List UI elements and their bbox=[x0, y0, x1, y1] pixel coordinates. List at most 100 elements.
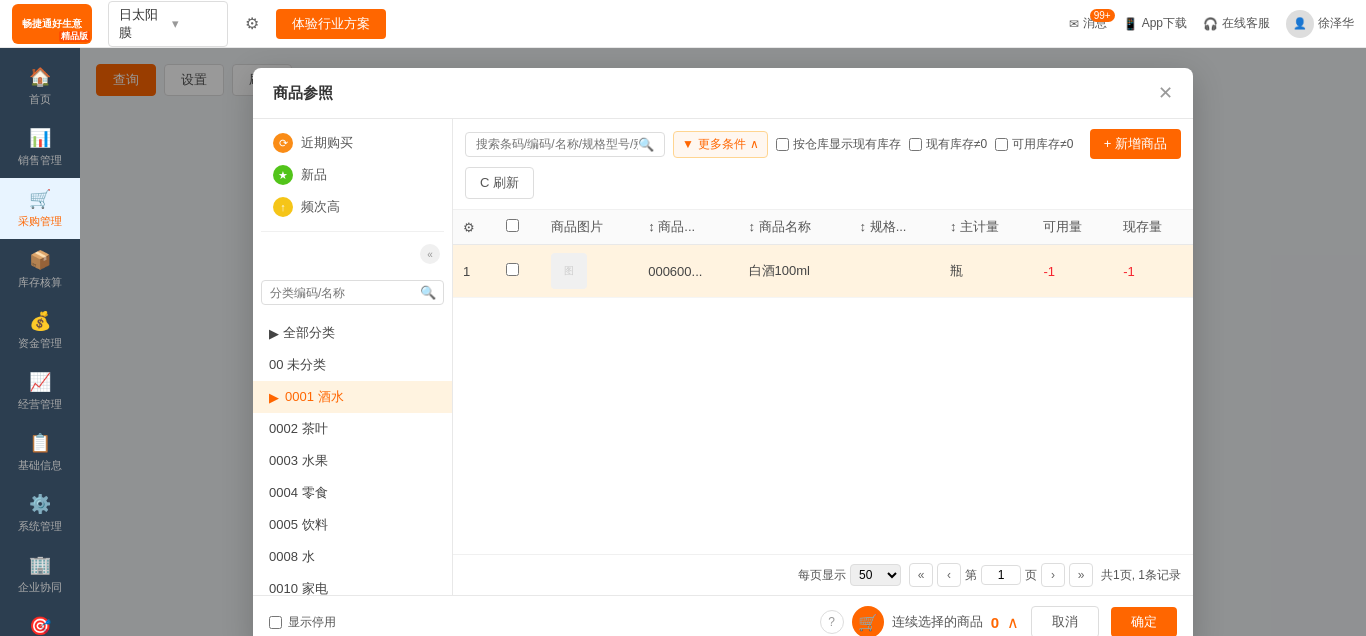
trial-button[interactable]: 体验行业方案 bbox=[276, 9, 386, 39]
more-filters-btn[interactable]: ▼ 更多条件 ∧ bbox=[673, 131, 768, 158]
sidebar-item-finance[interactable]: 💰 资金管理 bbox=[0, 300, 80, 361]
page-number-input[interactable] bbox=[981, 565, 1021, 585]
category-label-0010: 0010 家电 bbox=[269, 580, 328, 595]
help-icon[interactable]: ? bbox=[820, 610, 844, 634]
col-image: 商品图片 bbox=[541, 210, 638, 245]
first-page-btn[interactable]: « bbox=[909, 563, 933, 587]
cell-unit: 瓶 bbox=[940, 245, 1033, 298]
freq-label: 频次高 bbox=[301, 198, 340, 216]
sidebar-item-sales[interactable]: 📊 销售管理 bbox=[0, 117, 80, 178]
available-filter-label[interactable]: 现有库存≠0 bbox=[909, 136, 987, 153]
category-label-0003: 0003 水果 bbox=[269, 452, 328, 470]
branch-selector[interactable]: 日太阳膜 ▾ bbox=[108, 1, 228, 47]
filter-label: 更多条件 bbox=[698, 136, 746, 153]
category-label-0001: 0001 酒水 bbox=[285, 388, 344, 406]
operations-icon: 📈 bbox=[29, 371, 51, 393]
usable-filter-checkbox[interactable] bbox=[995, 138, 1008, 151]
category-item-0002[interactable]: 0002 茶叶 bbox=[253, 413, 452, 445]
sidebar-label-operations: 经营管理 bbox=[18, 397, 62, 412]
home-icon: 🏠 bbox=[29, 66, 51, 88]
product-search-input[interactable] bbox=[476, 137, 638, 151]
category-search-box: 🔍 bbox=[261, 280, 444, 305]
cart-icon-btn[interactable]: 🛒 bbox=[852, 606, 884, 636]
sales-icon: 📊 bbox=[29, 127, 51, 149]
prev-page-btn[interactable]: ‹ bbox=[937, 563, 961, 587]
search-icon[interactable]: 🔍 bbox=[638, 137, 654, 152]
category-label-0008: 0008 水 bbox=[269, 548, 315, 566]
cancel-button[interactable]: 取消 bbox=[1031, 606, 1099, 636]
add-product-btn[interactable]: + 新增商品 bbox=[1090, 129, 1181, 159]
basic-icon: 📋 bbox=[29, 432, 51, 454]
col-settings[interactable]: ⚙ bbox=[453, 210, 496, 245]
app-download-btn[interactable]: 📱 App下载 bbox=[1123, 15, 1187, 32]
sidebar-item-guide[interactable]: 🎯 新手引导 bbox=[0, 605, 80, 636]
col-spec[interactable]: ↕ 规格... bbox=[850, 210, 941, 245]
filter-icon: ▼ bbox=[682, 137, 694, 151]
sidebar-label-sales: 销售管理 bbox=[18, 153, 62, 168]
category-item-0005[interactable]: 0005 饮料 bbox=[253, 509, 452, 541]
cell-seq: 1 bbox=[453, 245, 496, 298]
quick-filter-new[interactable]: ★ 新品 bbox=[261, 159, 444, 191]
headset-icon: 🎧 bbox=[1203, 17, 1218, 31]
sidebar-item-home[interactable]: 🏠 首页 bbox=[0, 56, 80, 117]
warehouse-filter-label[interactable]: 按仓库显示现有库存 bbox=[776, 136, 901, 153]
page-size-select[interactable]: 50 10 20 100 bbox=[850, 564, 901, 586]
category-item-0003[interactable]: 0003 水果 bbox=[253, 445, 452, 477]
category-item-0001[interactable]: ▶ 0001 酒水 bbox=[253, 381, 452, 413]
category-search-input[interactable] bbox=[270, 286, 420, 300]
next-page-btn[interactable]: › bbox=[1041, 563, 1065, 587]
category-item-all[interactable]: ▶ 全部分类 bbox=[253, 317, 452, 349]
sidebar-item-purchase[interactable]: 🛒 采购管理 bbox=[0, 178, 80, 239]
logo-badge: 精品版 bbox=[59, 31, 90, 42]
settings-icon[interactable]: ⚙ bbox=[236, 8, 268, 40]
chevron-down-icon: ▾ bbox=[172, 16, 217, 31]
usable-filter-label[interactable]: 可用库存≠0 bbox=[995, 136, 1073, 153]
freq-icon: ↑ bbox=[273, 197, 293, 217]
col-name[interactable]: ↕ 商品名称 bbox=[739, 210, 850, 245]
online-service-btn[interactable]: 🎧 在线客服 bbox=[1203, 15, 1270, 32]
product-table-container: ⚙ 商品图片 ↕ 商品... ↕ 商品名称 ↕ 规格... ↕ 主计量 可用量 bbox=[453, 210, 1193, 554]
select-all-checkbox[interactable] bbox=[506, 219, 519, 232]
show-disabled-label[interactable]: 显示停用 bbox=[269, 614, 336, 631]
quick-filter-recent[interactable]: ⟳ 近期购买 bbox=[261, 127, 444, 159]
last-page-btn[interactable]: » bbox=[1069, 563, 1093, 587]
col-unit[interactable]: ↕ 主计量 bbox=[940, 210, 1033, 245]
sidebar-label-basic: 基础信息 bbox=[18, 458, 62, 473]
sidebar-item-basic[interactable]: 📋 基础信息 bbox=[0, 422, 80, 483]
collapse-panel-btn[interactable]: « bbox=[420, 244, 440, 264]
content-area: 查询 设置 刷新 商品参照 ✕ bbox=[80, 48, 1366, 636]
filter-arrow-up-icon: ∧ bbox=[750, 137, 759, 151]
available-filter-checkbox[interactable] bbox=[909, 138, 922, 151]
col-code[interactable]: ↕ 商品... bbox=[638, 210, 738, 245]
warehouse-filter-checkbox[interactable] bbox=[776, 138, 789, 151]
col-checkbox[interactable] bbox=[496, 210, 541, 245]
category-label-all: 全部分类 bbox=[283, 324, 335, 342]
new-icon: ★ bbox=[273, 165, 293, 185]
cart-area: ? 🛒 连续选择的商品 0 ∧ bbox=[820, 606, 1019, 636]
show-disabled-checkbox[interactable] bbox=[269, 616, 282, 629]
category-item-0008[interactable]: 0008 水 bbox=[253, 541, 452, 573]
cell-image: 图 bbox=[541, 245, 638, 298]
category-search-icon[interactable]: 🔍 bbox=[420, 285, 436, 300]
quick-filter-freq[interactable]: ↑ 频次高 bbox=[261, 191, 444, 223]
cell-checkbox[interactable] bbox=[496, 245, 541, 298]
product-table: ⚙ 商品图片 ↕ 商品... ↕ 商品名称 ↕ 规格... ↕ 主计量 可用量 bbox=[453, 210, 1193, 298]
notifications-btn[interactable]: ✉ 消息 99+ bbox=[1069, 15, 1107, 32]
cart-label: 连续选择的商品 bbox=[892, 613, 983, 631]
modal-close-icon[interactable]: ✕ bbox=[1158, 82, 1173, 104]
sidebar-item-system[interactable]: ⚙️ 系统管理 bbox=[0, 483, 80, 544]
new-label: 新品 bbox=[301, 166, 327, 184]
recent-label: 近期购买 bbox=[301, 134, 353, 152]
sidebar-item-enterprise[interactable]: 🏢 企业协同 bbox=[0, 544, 80, 605]
user-profile-btn[interactable]: 👤 徐泽华 bbox=[1286, 10, 1354, 38]
table-row[interactable]: 1 图 000600... 白酒100ml 瓶 bbox=[453, 245, 1193, 298]
confirm-button[interactable]: 确定 bbox=[1111, 607, 1177, 636]
refresh-btn[interactable]: C 刷新 bbox=[465, 167, 534, 199]
row-checkbox[interactable] bbox=[506, 263, 519, 276]
category-item-0010[interactable]: 0010 家电 bbox=[253, 573, 452, 595]
cart-collapse-icon[interactable]: ∧ bbox=[1007, 613, 1019, 632]
sidebar-item-operations[interactable]: 📈 经营管理 bbox=[0, 361, 80, 422]
category-item-00[interactable]: 00 未分类 bbox=[253, 349, 452, 381]
sidebar-item-inventory[interactable]: 📦 库存核算 bbox=[0, 239, 80, 300]
category-item-0004[interactable]: 0004 零食 bbox=[253, 477, 452, 509]
